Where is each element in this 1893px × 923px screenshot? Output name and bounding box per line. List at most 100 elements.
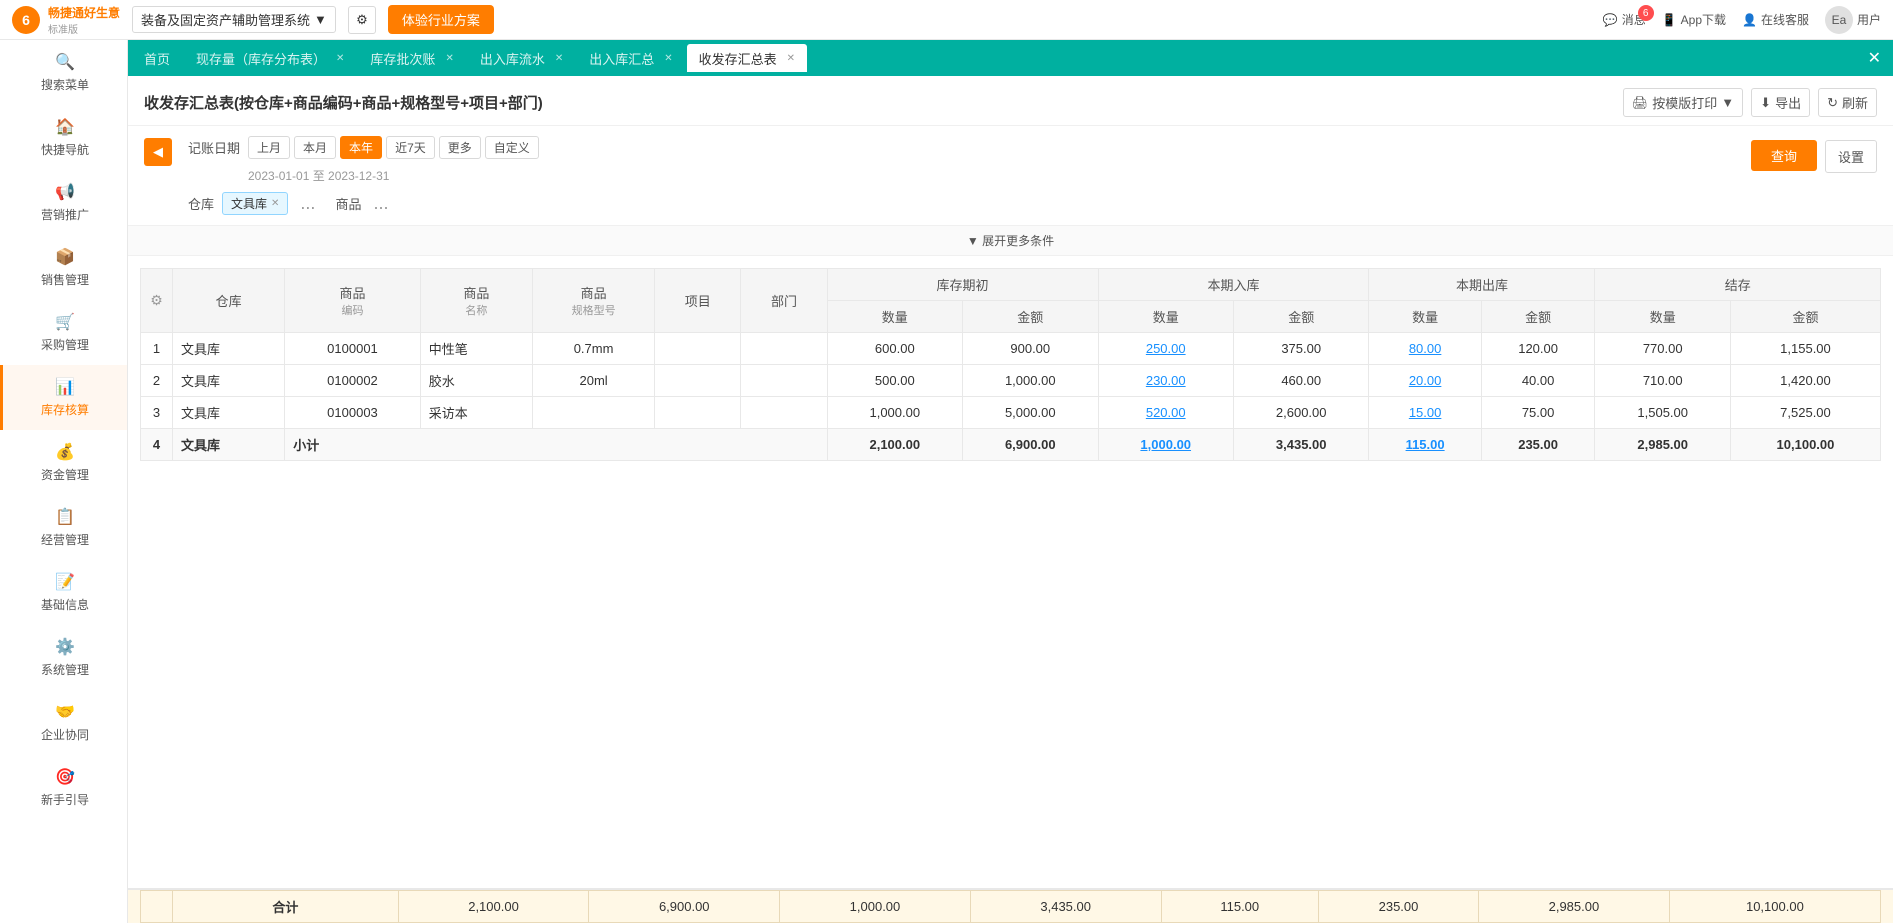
guide-icon: 🎯 (55, 767, 75, 787)
date-buttons: 上月 本月 本年 近7天 更多 自定义 (248, 136, 539, 159)
tab-receive-summary-close[interactable]: ✕ (787, 53, 795, 64)
sub-bal-qty: 2,985.00 (1595, 429, 1730, 461)
table-row: 2 文具库 0100002 胶水 20ml 500.00 1,000.00 23… (141, 365, 1881, 397)
page-actions: 🖨 按模版打印 ▼ ⬇ 导出 ↻ 刷新 (1623, 88, 1877, 117)
tab-home[interactable]: 首页 (132, 44, 182, 72)
goods-more-btn[interactable]: ... (369, 193, 392, 214)
cell-out-qty[interactable]: 15.00 (1369, 397, 1481, 429)
warehouse-tag-close[interactable]: ✕ (271, 198, 279, 209)
tab-bar: 首页 现存量（库存分布表） ✕ 库存批次账 ✕ 出入库流水 ✕ 出入库汇总 ✕ … (128, 40, 1893, 76)
cell-department (741, 365, 827, 397)
table-container: ⚙ 仓库 商品编码 商品名称 商品规格型号 项目 部门 库存期初 本期入库 本 (128, 256, 1893, 473)
export-btn[interactable]: ⬇ 导出 (1751, 88, 1810, 117)
user-btn[interactable]: Ea 用户 (1825, 6, 1881, 34)
print-btn[interactable]: 🖨 按模版打印 ▼ (1623, 88, 1743, 117)
filter-settings-btn[interactable]: 设置 (1825, 140, 1877, 173)
sidebar-item-operations[interactable]: 📋 经营管理 (0, 495, 127, 560)
cell-warehouse: 文具库 (173, 365, 285, 397)
page-inner: 收发存汇总表(按仓库+商品编码+商品+规格型号+项目+部门) 🖨 按模版打印 ▼… (128, 76, 1893, 888)
th-warehouse: 仓库 (173, 269, 285, 333)
sub-start-amt: 6,900.00 (963, 429, 1098, 461)
date-btn-last-month[interactable]: 上月 (248, 136, 290, 159)
sidebar-label-marketing: 营销推广 (41, 206, 89, 223)
sidebar-label-enterprise: 企业协同 (41, 726, 89, 743)
table-gear-icon[interactable]: ⚙ (150, 292, 163, 308)
tab-inventory-dist[interactable]: 现存量（库存分布表） ✕ (184, 44, 356, 72)
th-project: 项目 (655, 269, 741, 333)
filter-second-row: 仓库 文具库 ✕ ... 商品 ... (188, 192, 392, 215)
user-label: 用户 (1857, 11, 1881, 28)
sidebar-item-system[interactable]: ⚙️ 系统管理 (0, 625, 127, 690)
date-btn-this-year[interactable]: 本年 (340, 136, 382, 159)
sub-out-amt: 235.00 (1481, 429, 1595, 461)
tab-bar-close-all[interactable]: ✕ (1860, 48, 1889, 68)
th-department: 部门 (741, 269, 827, 333)
purchase-icon: 🛒 (55, 312, 75, 332)
tab-inout-summary[interactable]: 出入库汇总 ✕ (577, 44, 684, 72)
cell-bal-qty: 1,505.00 (1595, 397, 1730, 429)
th-settings[interactable]: ⚙ (141, 269, 173, 333)
cell-start-qty: 600.00 (827, 333, 962, 365)
sidebar-item-basic-info[interactable]: 📝 基础信息 (0, 560, 127, 625)
system-name-dropdown[interactable]: 装备及固定资产辅助管理系统 ▼ (132, 6, 336, 33)
filter-toggle-btn[interactable]: ◀ (144, 138, 172, 166)
settings-icon-btn[interactable]: ⚙ (348, 6, 376, 34)
main-table: ⚙ 仓库 商品编码 商品名称 商品规格型号 项目 部门 库存期初 本期入库 本 (140, 268, 1881, 461)
date-btn-last7days[interactable]: 近7天 (386, 136, 435, 159)
filter-fields: 记账日期 上月 本月 本年 近7天 更多 自定义 2023-01-0 (188, 136, 1735, 215)
sidebar-item-inventory[interactable]: 📊 库存核算 (0, 365, 127, 430)
cell-in-qty[interactable]: 230.00 (1098, 365, 1233, 397)
user-initials: Ea (1832, 13, 1847, 27)
app-download-btn[interactable]: 📱 App下载 (1662, 11, 1726, 28)
refresh-btn[interactable]: ↻ 刷新 (1818, 88, 1877, 117)
warehouse-more-btn[interactable]: ... (296, 193, 319, 214)
date-btn-more[interactable]: 更多 (439, 136, 481, 159)
cell-in-qty[interactable]: 520.00 (1098, 397, 1233, 429)
footer-total: 合计 2,100.00 6,900.00 1,000.00 3,435.00 1… (128, 888, 1893, 923)
tab-inventory-dist-close[interactable]: ✕ (336, 53, 344, 64)
cell-project (655, 397, 741, 429)
tab-receive-summary[interactable]: 收发存汇总表 ✕ (687, 44, 807, 72)
expand-more-btn[interactable]: ▼ 展开更多条件 (128, 226, 1893, 256)
tab-inout-summary-label: 出入库汇总 (589, 49, 654, 68)
sidebar-item-quick-nav[interactable]: 🏠 快捷导航 (0, 105, 127, 170)
sidebar-item-sales[interactable]: 📦 销售管理 (0, 235, 127, 300)
query-btn[interactable]: 查询 (1751, 140, 1817, 171)
th-bal-amt: 金额 (1730, 301, 1880, 333)
sub-out-qty[interactable]: 115.00 (1369, 429, 1481, 461)
cell-in-qty[interactable]: 250.00 (1098, 333, 1233, 365)
cell-start-amt: 900.00 (963, 333, 1098, 365)
th-in-qty: 数量 (1098, 301, 1233, 333)
sub-warehouse: 文具库 (173, 429, 285, 461)
sidebar-item-search-menu[interactable]: 🔍 搜索菜单 (0, 40, 127, 105)
cell-out-amt: 40.00 (1481, 365, 1595, 397)
tab-home-label: 首页 (144, 49, 170, 68)
tab-inout-flow[interactable]: 出入库流水 ✕ (468, 44, 575, 72)
cell-start-qty: 1,000.00 (827, 397, 962, 429)
sidebar-item-marketing[interactable]: 📢 营销推广 (0, 170, 127, 235)
message-btn[interactable]: 💬 消息 6 (1603, 11, 1646, 28)
refresh-icon: ↻ (1827, 95, 1838, 111)
tab-batch-ledger-close[interactable]: ✕ (445, 53, 453, 64)
sidebar-item-finance[interactable]: 💰 资金管理 (0, 430, 127, 495)
sidebar-label-basicinfo: 基础信息 (41, 596, 89, 613)
sidebar-item-purchase[interactable]: 🛒 采购管理 (0, 300, 127, 365)
th-start-qty: 数量 (827, 301, 962, 333)
cell-out-qty[interactable]: 20.00 (1369, 365, 1481, 397)
try-btn[interactable]: 体验行业方案 (388, 5, 494, 34)
date-btn-custom[interactable]: 自定义 (485, 136, 539, 159)
sidebar-item-guide[interactable]: 🎯 新手引导 (0, 755, 127, 820)
table-row: 3 文具库 0100003 采访本 1,000.00 5,000.00 520.… (141, 397, 1881, 429)
tab-batch-ledger[interactable]: 库存批次账 ✕ (358, 44, 465, 72)
th-period-in: 本期入库 (1098, 269, 1369, 301)
sub-in-qty[interactable]: 1,000.00 (1098, 429, 1233, 461)
tab-inout-flow-close[interactable]: ✕ (555, 53, 563, 64)
tab-inout-summary-close[interactable]: ✕ (664, 53, 672, 64)
online-service-btn[interactable]: 👤 在线客服 (1742, 11, 1809, 28)
print-icon: 🖨 (1632, 95, 1649, 111)
cell-start-amt: 5,000.00 (963, 397, 1098, 429)
cell-out-qty[interactable]: 80.00 (1369, 333, 1481, 365)
date-btn-this-month[interactable]: 本月 (294, 136, 336, 159)
sidebar-item-enterprise[interactable]: 🤝 企业协同 (0, 690, 127, 755)
logo-area: 6 畅捷通好生意 标准版 (12, 4, 120, 36)
